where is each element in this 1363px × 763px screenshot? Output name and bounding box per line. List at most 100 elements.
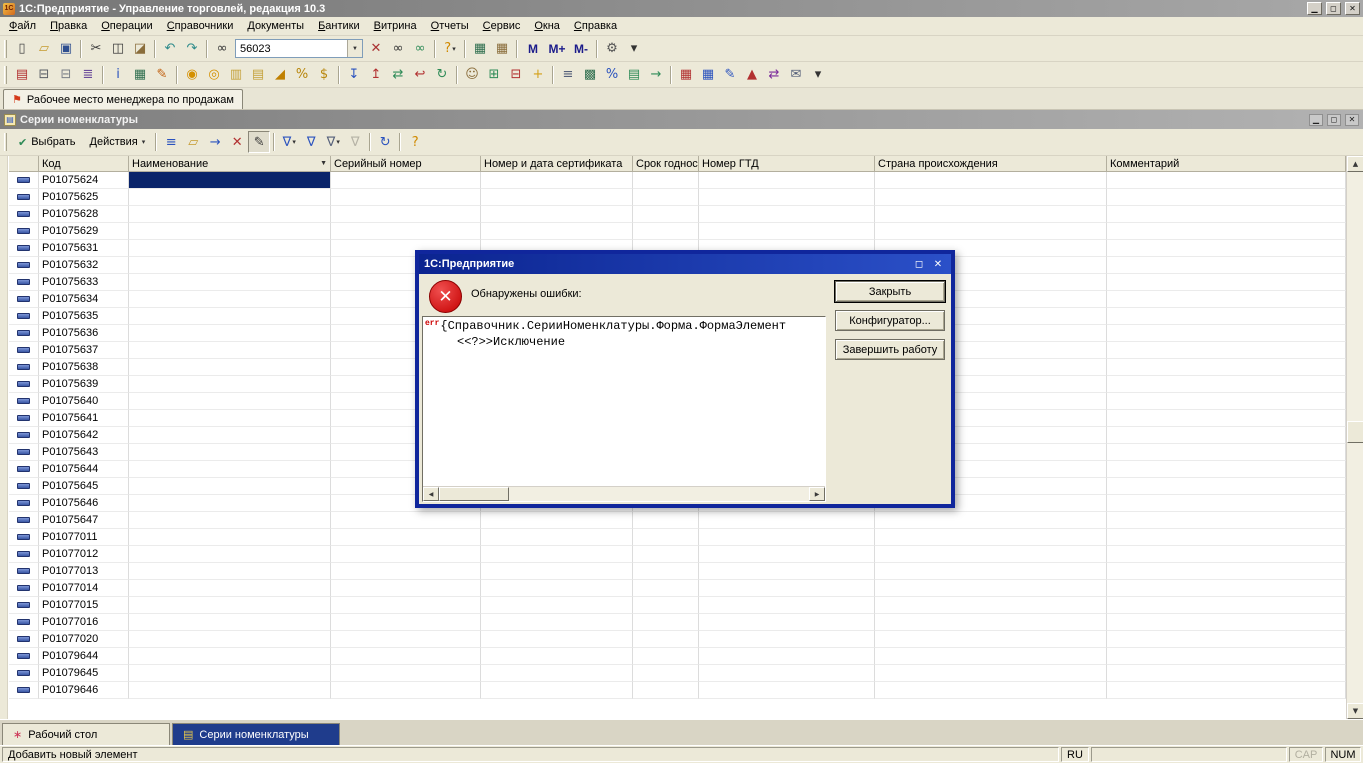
vscroll-thumb[interactable] <box>1347 421 1363 443</box>
table-row[interactable]: P01077013 <box>9 563 1346 580</box>
table-row[interactable]: P01075625 <box>9 189 1346 206</box>
spreadsheet-icon[interactable]: ▦ <box>469 38 491 60</box>
filter-by-value-icon[interactable]: ∇ <box>300 131 322 153</box>
column-header-7[interactable]: Страна происхождения <box>875 156 1107 172</box>
menu-vitrina[interactable]: Витрина <box>367 18 424 34</box>
table-document-icon[interactable]: ▦ <box>129 64 151 86</box>
cart-red-icon[interactable]: ▦ <box>675 64 697 86</box>
menu-edit[interactable]: Правка <box>43 18 94 34</box>
error-panel-hscrollbar[interactable]: ◀ ▶ <box>423 486 825 501</box>
hscroll-track[interactable] <box>439 487 809 501</box>
code-search-combo[interactable]: 56023 ▼ <box>235 39 363 58</box>
clear-filter-icon[interactable]: ∇ <box>344 131 366 153</box>
cut-icon[interactable]: ✂ <box>85 38 107 60</box>
prices-icon[interactable]: ◎ <box>203 64 225 86</box>
calendar-icon[interactable]: ▦ <box>491 38 513 60</box>
filter-sort-icon[interactable]: ∇ ▾ <box>278 131 300 153</box>
exchange-icon[interactable]: ⇄ <box>763 64 785 86</box>
print-forms-icon[interactable]: ⊟ <box>55 64 77 86</box>
list-window-titlebar[interactable]: ▤ Серии номенклатуры ▁ ◻ ✕ <box>0 110 1363 129</box>
dialog-close-button[interactable]: ✕ <box>930 257 946 271</box>
new-document-icon[interactable]: ▯ <box>11 38 33 60</box>
structure-icon[interactable]: ≡ <box>557 64 579 86</box>
services-icon[interactable]: ◉ <box>181 64 203 86</box>
undo-icon[interactable]: ↶ <box>159 38 181 60</box>
redo-icon[interactable]: ↷ <box>181 38 203 60</box>
table-row[interactable]: P01075624 <box>9 172 1346 189</box>
error-text-panel[interactable]: err{Справочник.СерииНоменклатуры.Форма.Ф… <box>422 316 826 502</box>
menu-catalogs[interactable]: Справочники <box>160 18 241 34</box>
cart-blue-icon[interactable]: ▦ <box>697 64 719 86</box>
counterparties-icon[interactable]: ☺ <box>461 64 483 86</box>
table-row[interactable]: P01079644 <box>9 648 1346 665</box>
table-row[interactable]: P01079645 <box>9 665 1346 682</box>
revaluation-icon[interactable]: ↻ <box>431 64 453 86</box>
transfer-document-icon[interactable]: ⇄ <box>387 64 409 86</box>
window-tab-1[interactable]: ∗ Рабочий стол <box>2 723 170 745</box>
toolbar-grip[interactable] <box>4 65 7 84</box>
menu-operations[interactable]: Операции <box>94 18 159 34</box>
table-row[interactable]: P01077011 <box>9 529 1346 546</box>
column-header-4[interactable]: Номер и дата сертификата <box>481 156 633 172</box>
minimize-button[interactable]: ▁ <box>1307 2 1322 15</box>
toolbar-grip[interactable] <box>4 133 7 151</box>
menu-reports[interactable]: Отчеты <box>424 18 476 34</box>
scroll-down-icon[interactable]: ▼ <box>1347 703 1363 719</box>
menu-help[interactable]: Справка <box>567 18 624 34</box>
table-row[interactable]: P01077012 <box>9 546 1346 563</box>
table-row[interactable]: P01077016 <box>9 614 1346 631</box>
toolbar-options-icon[interactable]: ▾ <box>623 38 645 60</box>
language-indicator[interactable]: RU <box>1061 747 1089 762</box>
reports-stack-icon[interactable]: ▤ <box>11 64 33 86</box>
scroll-up-icon[interactable]: ▲ <box>1347 156 1363 172</box>
toolbar2-options-icon[interactable]: ▾ <box>807 64 829 86</box>
percent-icon[interactable]: % <box>601 64 623 86</box>
maximize-button[interactable]: ◻ <box>1326 2 1341 15</box>
column-header-1[interactable]: Код <box>39 156 129 172</box>
cash-register-icon[interactable]: ▤ <box>247 64 269 86</box>
memory-M-button[interactable]: M <box>521 38 545 60</box>
scroll-left-icon[interactable]: ◀ <box>423 487 439 501</box>
outgoing-document-icon[interactable]: ↥ <box>365 64 387 86</box>
hierarchy-list-icon[interactable]: ≡ <box>160 131 182 153</box>
menu-bantiki[interactable]: Бантики <box>311 18 367 34</box>
child-restore-button[interactable]: ◻ <box>1327 113 1341 126</box>
dialog-maximize-button[interactable]: ◻ <box>911 257 927 271</box>
select-button[interactable]: ✔ Выбрать <box>11 131 83 153</box>
clear-combo-icon[interactable]: ✕ <box>365 38 387 60</box>
table-row[interactable]: P01075647 <box>9 512 1346 529</box>
column-header-5[interactable]: Срок годнос... <box>633 156 699 172</box>
memory-Mplus-button[interactable]: M+ <box>545 38 569 60</box>
open-file-icon[interactable]: ▱ <box>33 38 55 60</box>
discounts-icon[interactable]: % <box>291 64 313 86</box>
money-icon[interactable]: ▥ <box>225 64 247 86</box>
info-icon[interactable]: i <box>107 64 129 86</box>
warehouse-out-icon[interactable]: ⊟ <box>505 64 527 86</box>
configurator-button[interactable]: Конфигуратор... <box>835 310 945 331</box>
actions-menu-button[interactable]: Действия ▾ <box>83 131 153 153</box>
edit-document-icon[interactable]: ✎ <box>151 64 173 86</box>
copy-icon[interactable]: ◫ <box>107 38 129 60</box>
column-header-2[interactable]: Наименование ▼ <box>129 156 331 172</box>
combo-dropdown-icon[interactable]: ▼ <box>347 40 362 57</box>
exit-icon[interactable]: → <box>645 64 667 86</box>
return-document-icon[interactable]: ↩ <box>409 64 431 86</box>
table-row[interactable]: P01075629 <box>9 223 1346 240</box>
table-row[interactable]: P01077014 <box>9 580 1346 597</box>
external-processing-icon[interactable]: ≣ <box>77 64 99 86</box>
menu-file[interactable]: Файл <box>2 18 43 34</box>
filter-history-icon[interactable]: ∇ ▾ <box>322 131 344 153</box>
hscroll-thumb[interactable] <box>439 487 509 501</box>
find-icon[interactable]: ∞ <box>211 38 233 60</box>
print-icon[interactable]: ⊟ <box>33 64 55 86</box>
tools-icon[interactable]: ⚙ <box>601 38 623 60</box>
list-help-icon[interactable]: ? <box>404 131 426 153</box>
column-header-8[interactable]: Комментарий <box>1107 156 1346 172</box>
column-header-6[interactable]: Номер ГТД <box>699 156 875 172</box>
paste-icon[interactable]: ◪ <box>129 38 151 60</box>
column-header-icon[interactable] <box>9 156 39 172</box>
error-dialog-titlebar[interactable]: 1С:Предприятие ◻ ✕ <box>419 254 951 274</box>
table-row[interactable]: P01075628 <box>9 206 1346 223</box>
mail-icon[interactable]: ✉ <box>785 64 807 86</box>
incoming-document-icon[interactable]: ↧ <box>343 64 365 86</box>
